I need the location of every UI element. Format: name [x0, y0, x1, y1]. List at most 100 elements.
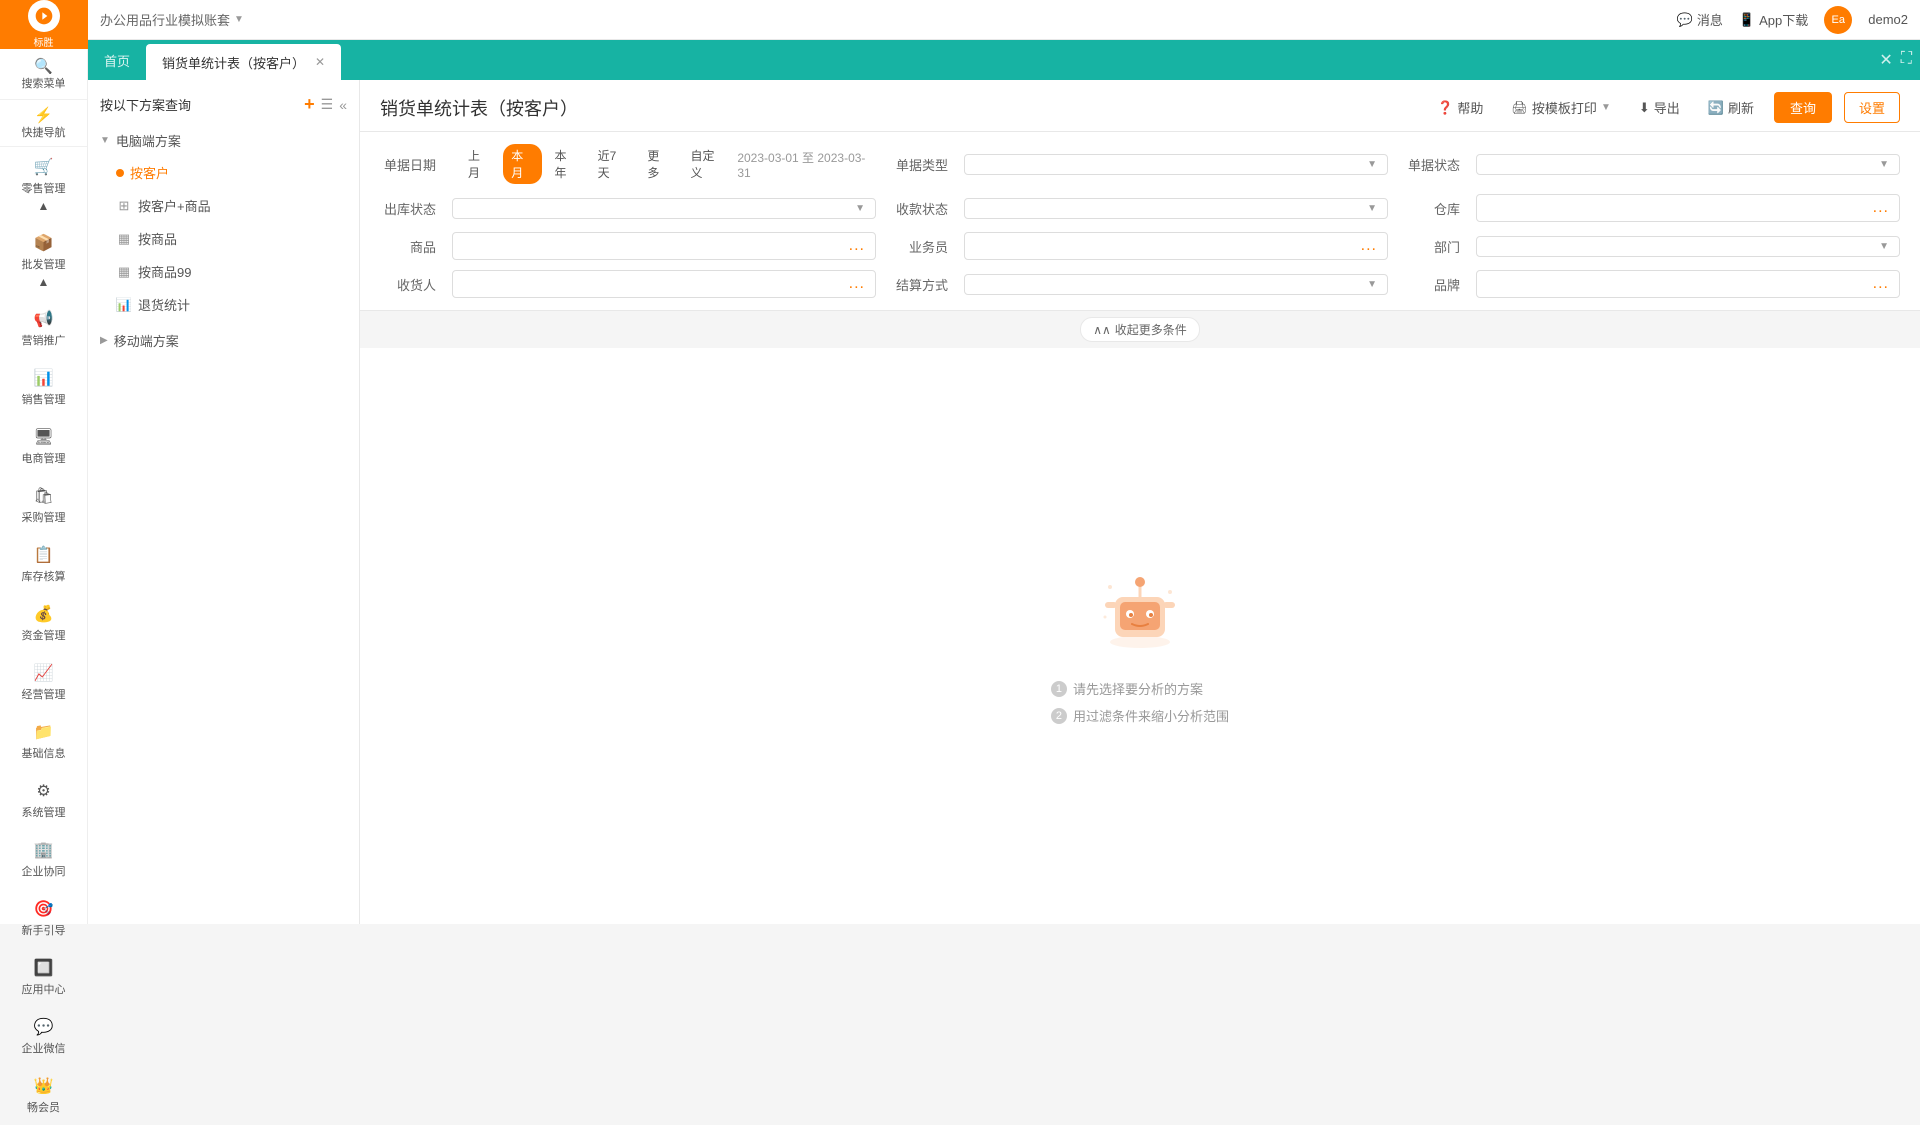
tab-sales-stats-label: 销货单统计表（按客户）	[162, 53, 305, 72]
print-btn[interactable]: 🖨 按模板打印 ▼	[1503, 94, 1618, 121]
tip-num-2: 2	[1051, 708, 1067, 724]
scheme-item-label-by-product-99: 按商品99	[138, 262, 191, 281]
scheme-group-header-移动端方案[interactable]: ▶ 移动端方案	[88, 325, 359, 356]
status-label: 单据状态	[1404, 155, 1460, 174]
close-window-icon[interactable]: ✕	[1879, 50, 1892, 70]
out-status-label: 出库状态	[380, 199, 436, 218]
dept-chevron-icon: ▼	[1879, 241, 1889, 252]
settings-button[interactable]: 设置	[1844, 92, 1900, 123]
add-scheme-btn[interactable]: +	[304, 94, 315, 115]
query-button[interactable]: 查询	[1774, 92, 1832, 123]
date-range-display: 2023-03-01 至 2023-03-31	[737, 149, 876, 180]
header-left: 办公用品行业模拟账套 ▼	[100, 10, 244, 29]
settlement-select[interactable]: ▼	[964, 274, 1388, 295]
message-btn[interactable]: 💬 消息	[1677, 10, 1723, 29]
type-select[interactable]: ▼	[964, 154, 1388, 175]
scheme-item-by-customer[interactable]: 按客户	[88, 156, 359, 189]
tab-sales-stats[interactable]: 销货单统计表（按客户） ✕	[146, 44, 341, 80]
receipt-status-control: ▼	[964, 198, 1388, 219]
date-tab-custom[interactable]: 自定义	[683, 144, 734, 184]
app-logo[interactable]: 标胜	[0, 0, 88, 49]
date-tab-this_year[interactable]: 本年	[546, 144, 585, 184]
scheme-item-by-customer-product[interactable]: ⊞ 按客户+商品	[88, 189, 359, 222]
sidebar-item-ecommerce[interactable]: 🖥 电商管理	[22, 417, 66, 476]
status-select[interactable]: ▼	[1476, 154, 1900, 175]
edit-scheme-btn[interactable]: ☰	[321, 96, 334, 113]
empty-state: 1 请先选择要分析的方案 2 用过滤条件来缩小分析范围	[360, 348, 1920, 924]
marketing-icon: 📢	[34, 309, 54, 329]
scheme-item-by-product[interactable]: ▦ 按商品	[88, 222, 359, 255]
date-tab-last_month[interactable]: 上月	[460, 144, 499, 184]
brand-select[interactable]: ...	[1476, 270, 1900, 298]
export-btn[interactable]: ⬇ 导出	[1631, 94, 1688, 121]
date-tab-this_month[interactable]: 本月	[503, 144, 542, 184]
help-btn[interactable]: ❓ 帮助	[1429, 94, 1491, 121]
sidebar-item-enterprise[interactable]: 🏢 企业协同	[22, 830, 66, 889]
product-ellipsis[interactable]: ...	[849, 237, 865, 255]
scheme-group-header-电脑端方案[interactable]: ▼ 电脑端方案	[88, 125, 359, 156]
receipt-status-select[interactable]: ▼	[964, 198, 1388, 219]
sidebar-item-finance[interactable]: 💰 资金管理	[22, 594, 66, 653]
sidebar-item-wholesale[interactable]: 📦 批发管理 ▲	[22, 223, 66, 299]
warehouse-select[interactable]: ...	[1476, 194, 1900, 222]
warehouse-control: ...	[1476, 194, 1900, 222]
consignee-ellipsis[interactable]: ...	[849, 275, 865, 293]
sidebar-item-basic[interactable]: 📁 基础信息	[22, 712, 66, 771]
salesperson-select[interactable]: ...	[964, 232, 1388, 260]
page-actions: ❓ 帮助 🖨 按模板打印 ▼ ⬇ 导出 🔄 刷新	[1429, 92, 1900, 123]
date-filter-control: 上月本月本年近7天更多自定义 2023-03-01 至 2023-03-31	[452, 144, 876, 184]
product-select[interactable]: ...	[452, 232, 876, 260]
scheme-item-by-product-99[interactable]: ▦ 按商品99	[88, 255, 359, 288]
sidebar-item-retail[interactable]: 🛒 零售管理 ▲	[22, 147, 66, 223]
type-label: 单据类型	[892, 155, 948, 174]
wechat-icon: 💬	[34, 1017, 54, 1037]
date-tab-last_7[interactable]: 近7天	[590, 144, 636, 184]
app-download-btn[interactable]: 📱 App下载	[1739, 10, 1808, 29]
sidebar-item-system[interactable]: ⚙ 系统管理	[22, 771, 66, 830]
scheme-item-label-returns: 退货统计	[138, 295, 190, 314]
salesperson-ellipsis[interactable]: ...	[1361, 237, 1377, 255]
settlement-chevron-icon: ▼	[1367, 279, 1377, 290]
scheme-item-label-by-product: 按商品	[138, 229, 177, 248]
sidebar-item-sales[interactable]: 📊 销售管理	[22, 358, 66, 417]
tab-home[interactable]: 首页	[88, 40, 146, 80]
scheme-item-icon-by-product: ▦	[116, 231, 132, 247]
receipt-chevron-icon: ▼	[1367, 203, 1377, 214]
maximize-window-icon[interactable]: ⛶	[1901, 50, 1912, 70]
appstore-icon: 🔲	[34, 958, 54, 978]
download-icon: 📱	[1739, 12, 1755, 28]
sidebar-item-newuser[interactable]: 🎯 新手引导	[22, 889, 66, 948]
out-status-select[interactable]: ▼	[452, 198, 876, 219]
dept-select[interactable]: ▼	[1476, 236, 1900, 257]
collapse-button[interactable]: ∧∧ 收起更多条件	[1080, 317, 1200, 342]
sidebar-item-appstore[interactable]: 🔲 应用中心	[22, 948, 66, 1007]
tab-sales-stats-close[interactable]: ✕	[315, 55, 325, 69]
enterprise-label: 企业协同	[22, 863, 66, 879]
basic-label: 基础信息	[22, 745, 66, 761]
date-tab-more[interactable]: 更多	[639, 144, 678, 184]
scheme-panel-actions: + ☰ «	[304, 94, 347, 115]
finance-label: 资金管理	[22, 627, 66, 643]
sidebar-item-purchase[interactable]: 🛍 采购管理	[22, 476, 66, 535]
refresh-btn[interactable]: 🔄 刷新	[1700, 94, 1762, 121]
sidebar-quicknav[interactable]: ⚡ 快捷导航	[0, 100, 87, 147]
tenant-selector[interactable]: 办公用品行业模拟账套 ▼	[100, 10, 244, 29]
warehouse-ellipsis[interactable]: ...	[1873, 199, 1889, 217]
out-status-control: ▼	[452, 198, 876, 219]
sidebar-item-marketing[interactable]: 📢 营销推广	[22, 299, 66, 358]
collapse-scheme-btn[interactable]: «	[339, 97, 347, 113]
brand-ellipsis[interactable]: ...	[1873, 275, 1889, 293]
warehouse-label: 仓库	[1404, 199, 1460, 218]
sidebar-item-operations[interactable]: 📈 经营管理	[22, 653, 66, 712]
user-avatar[interactable]: Ea	[1824, 6, 1852, 34]
tenant-chevron-icon: ▼	[234, 14, 244, 25]
sidebar-item-inventory[interactable]: 📋 库存核算	[22, 535, 66, 594]
empty-tips: 1 请先选择要分析的方案 2 用过滤条件来缩小分析范围	[1051, 679, 1229, 725]
sidebar-item-wechat[interactable]: 💬 企业微信	[22, 1007, 66, 1066]
sidebar-item-member[interactable]: 👑 畅会员	[22, 1066, 66, 1125]
consignee-select[interactable]: ...	[452, 270, 876, 298]
scheme-item-returns[interactable]: 📊 退货统计	[88, 288, 359, 321]
sidebar-search[interactable]: 🔍 搜索菜单	[0, 49, 87, 100]
collapse-bar: ∧∧ 收起更多条件	[360, 311, 1920, 348]
date-tabs: 上月本月本年近7天更多自定义	[460, 144, 733, 184]
